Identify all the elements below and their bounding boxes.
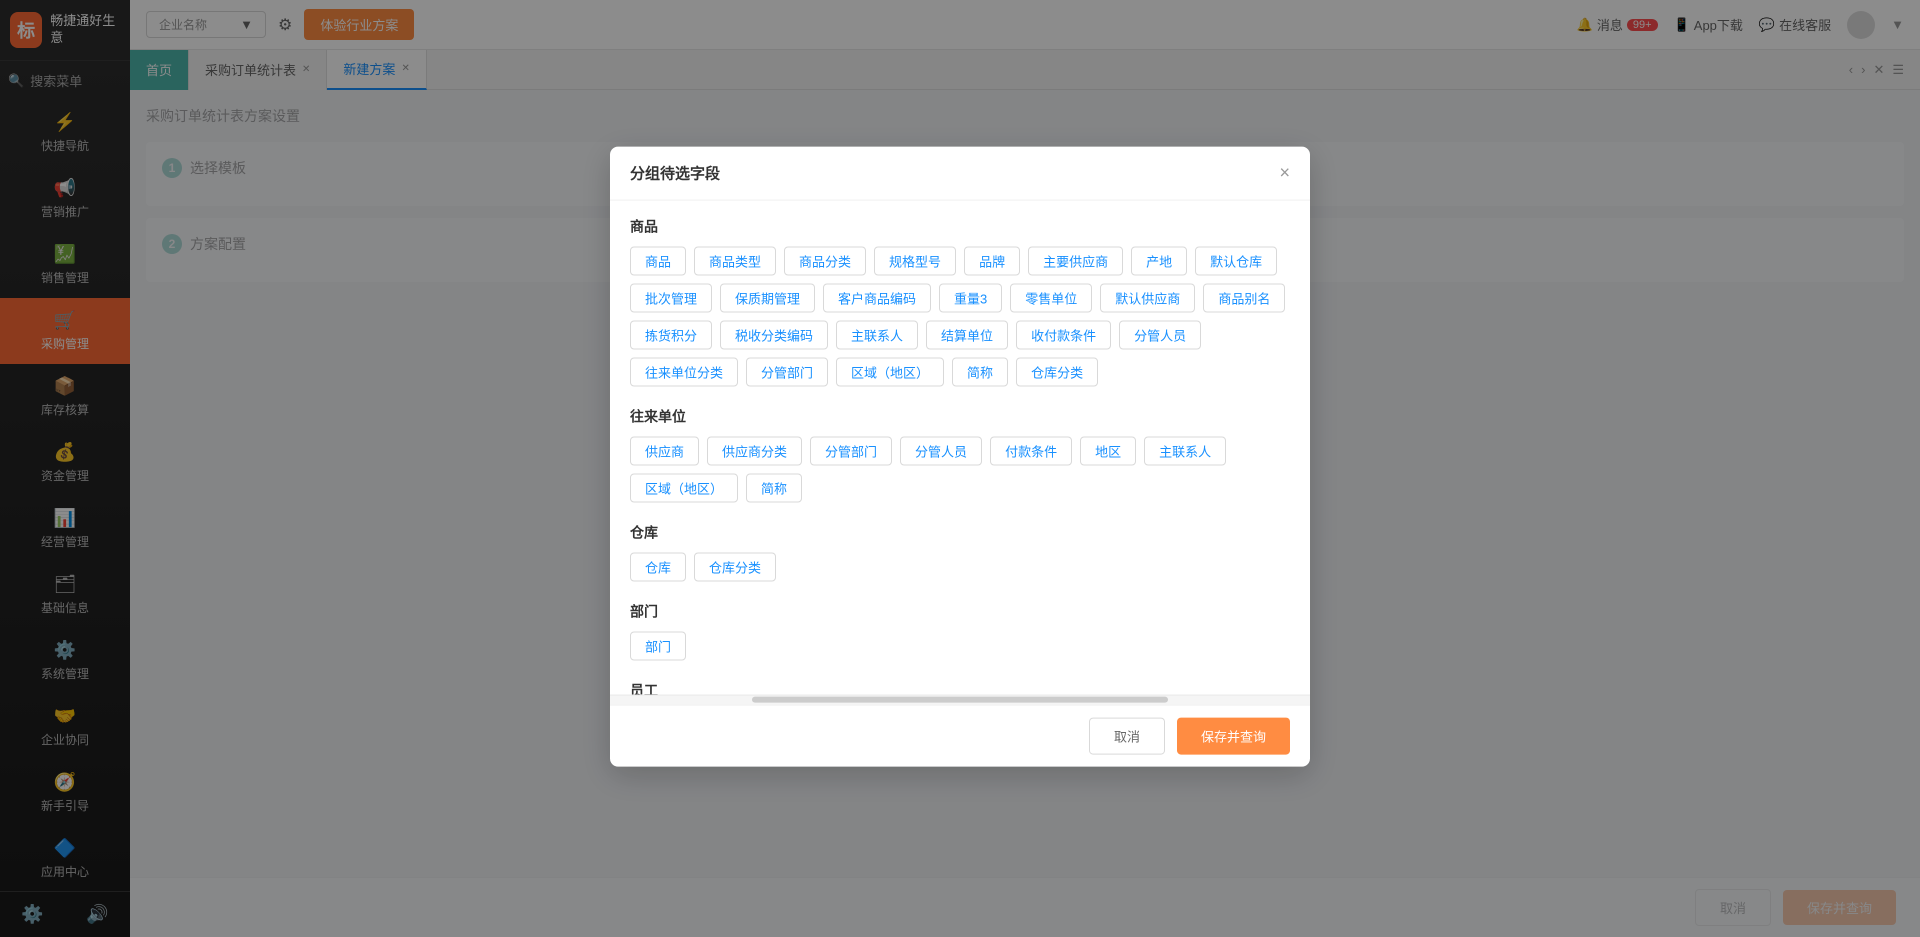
field-tag-partner-contact[interactable]: 主联系人 bbox=[1144, 436, 1226, 465]
field-tag-weight3[interactable]: 重量3 bbox=[939, 283, 1002, 312]
field-tag-main-supplier[interactable]: 主要供应商 bbox=[1028, 246, 1123, 275]
field-tag-warehouse-cat[interactable]: 仓库分类 bbox=[694, 552, 776, 581]
field-tags-partner: 供应商 供应商分类 分管部门 分管人员 付款条件 地区 主联系人 区域（地区） … bbox=[630, 436, 1290, 502]
field-tag-settlement-unit[interactable]: 结算单位 bbox=[926, 320, 1008, 349]
field-tag-goods[interactable]: 商品 bbox=[630, 246, 686, 275]
dialog-title: 分组待选字段 bbox=[630, 162, 720, 183]
field-group-department-title: 部门 bbox=[630, 601, 1290, 621]
field-tag-brand[interactable]: 品牌 bbox=[964, 246, 1020, 275]
field-tag-partner-region[interactable]: 区域（地区） bbox=[630, 473, 738, 502]
field-tag-tax-code[interactable]: 税收分类编码 bbox=[720, 320, 828, 349]
field-tags-warehouse: 仓库 仓库分类 bbox=[630, 552, 1290, 581]
field-tag-warehouse[interactable]: 仓库 bbox=[630, 552, 686, 581]
field-tags-department: 部门 bbox=[630, 631, 1290, 660]
field-tag-retail-unit[interactable]: 零售单位 bbox=[1010, 283, 1092, 312]
field-tag-dept[interactable]: 分管部门 bbox=[746, 357, 828, 386]
field-group-warehouse: 仓库 仓库 仓库分类 bbox=[630, 522, 1290, 581]
field-group-goods: 商品 商品 商品类型 商品分类 规格型号 品牌 主要供应商 产地 默认仓库 批次… bbox=[630, 216, 1290, 386]
field-group-partner: 往来单位 供应商 供应商分类 分管部门 分管人员 付款条件 地区 主联系人 区域… bbox=[630, 406, 1290, 502]
field-group-goods-title: 商品 bbox=[630, 216, 1290, 236]
field-tag-partner-short[interactable]: 简称 bbox=[746, 473, 802, 502]
field-group-department: 部门 部门 bbox=[630, 601, 1290, 660]
field-group-partner-title: 往来单位 bbox=[630, 406, 1290, 426]
field-tag-batch-mgmt[interactable]: 批次管理 bbox=[630, 283, 712, 312]
field-tag-shelf-life[interactable]: 保质期管理 bbox=[720, 283, 815, 312]
field-group-warehouse-title: 仓库 bbox=[630, 522, 1290, 542]
dialog-footer: 取消 保存并查询 bbox=[610, 704, 1310, 766]
field-group-employee-title: 员工 bbox=[630, 680, 1290, 694]
dialog-hscroll-thumb bbox=[752, 697, 1167, 703]
field-tag-supplier[interactable]: 供应商 bbox=[630, 436, 699, 465]
dialog-header: 分组待选字段 × bbox=[610, 146, 1310, 200]
field-tag-payment-terms[interactable]: 收付款条件 bbox=[1016, 320, 1111, 349]
field-tag-supplier-category[interactable]: 供应商分类 bbox=[707, 436, 802, 465]
dialog-hscrollbar[interactable] bbox=[610, 694, 1310, 704]
field-tags-goods: 商品 商品类型 商品分类 规格型号 品牌 主要供应商 产地 默认仓库 批次管理 … bbox=[630, 246, 1290, 386]
field-tag-spec-model[interactable]: 规格型号 bbox=[874, 246, 956, 275]
field-tag-short-name[interactable]: 简称 bbox=[952, 357, 1008, 386]
dialog-close-button[interactable]: × bbox=[1279, 164, 1290, 182]
field-tag-default-supplier[interactable]: 默认供应商 bbox=[1100, 283, 1195, 312]
field-tag-goods-alias[interactable]: 商品别名 bbox=[1203, 283, 1285, 312]
field-tag-department[interactable]: 部门 bbox=[630, 631, 686, 660]
field-tag-pick-score[interactable]: 拣货积分 bbox=[630, 320, 712, 349]
field-tag-partner-manager[interactable]: 分管人员 bbox=[900, 436, 982, 465]
field-tag-main-contact[interactable]: 主联系人 bbox=[836, 320, 918, 349]
dialog-body: 商品 商品 商品类型 商品分类 规格型号 品牌 主要供应商 产地 默认仓库 批次… bbox=[610, 200, 1310, 694]
dialog-cancel-button[interactable]: 取消 bbox=[1089, 717, 1165, 754]
field-tag-manager[interactable]: 分管人员 bbox=[1119, 320, 1201, 349]
field-tag-area[interactable]: 地区 bbox=[1080, 436, 1136, 465]
field-tag-customer-code[interactable]: 客户商品编码 bbox=[823, 283, 931, 312]
field-tag-partner-category[interactable]: 往来单位分类 bbox=[630, 357, 738, 386]
field-group-employee: 员工 业务员 bbox=[630, 680, 1290, 694]
field-tag-default-warehouse[interactable]: 默认仓库 bbox=[1195, 246, 1277, 275]
field-tag-goods-type[interactable]: 商品类型 bbox=[694, 246, 776, 275]
field-tag-origin[interactable]: 产地 bbox=[1131, 246, 1187, 275]
field-tag-pay-terms[interactable]: 付款条件 bbox=[990, 436, 1072, 465]
field-select-dialog: 分组待选字段 × 商品 商品 商品类型 商品分类 规格型号 品牌 主要供应商 产… bbox=[610, 146, 1310, 766]
dialog-confirm-button[interactable]: 保存并查询 bbox=[1177, 717, 1290, 754]
field-tag-partner-dept[interactable]: 分管部门 bbox=[810, 436, 892, 465]
field-tag-region[interactable]: 区域（地区） bbox=[836, 357, 944, 386]
field-tag-goods-category[interactable]: 商品分类 bbox=[784, 246, 866, 275]
field-tag-warehouse-category[interactable]: 仓库分类 bbox=[1016, 357, 1098, 386]
